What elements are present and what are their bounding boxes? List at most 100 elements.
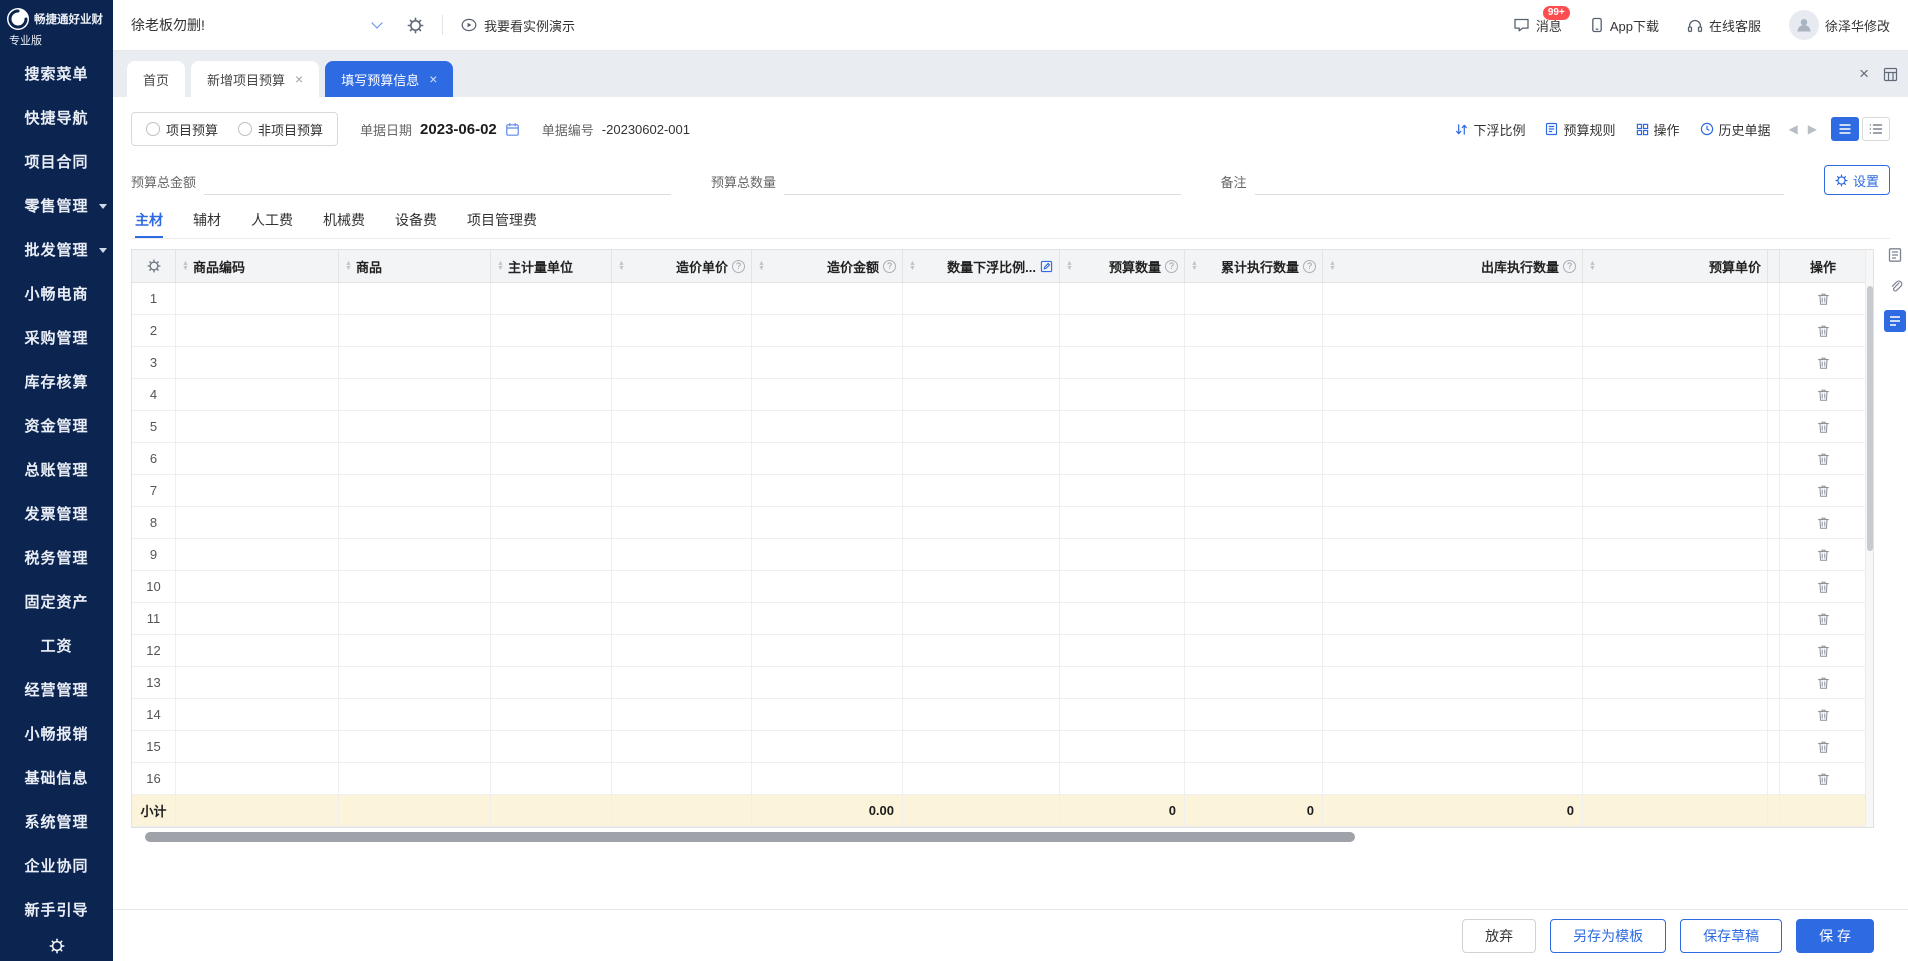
grid-cell[interactable] (491, 539, 612, 571)
grid-cell[interactable] (903, 475, 1060, 507)
grid-cell[interactable] (1060, 635, 1185, 667)
delete-row-button[interactable] (1780, 379, 1867, 411)
grid-cell[interactable] (339, 283, 491, 315)
list-view-button[interactable] (1831, 117, 1859, 141)
grid-cell[interactable] (1583, 763, 1768, 795)
company-selector[interactable]: 徐老板勿删! (131, 15, 383, 35)
grid-cell[interactable] (1583, 667, 1768, 699)
online-service-button[interactable]: 在线客服 (1687, 16, 1761, 35)
delete-row-button[interactable] (1780, 635, 1867, 667)
grid-cell[interactable] (491, 699, 612, 731)
grid-cell[interactable] (752, 763, 903, 795)
tab-首页[interactable]: 首页 (127, 61, 186, 97)
grid-cell[interactable] (1185, 539, 1323, 571)
toolbar-operations[interactable]: 操作 (1636, 120, 1680, 139)
sidebar-item-6[interactable]: 小畅电商 (0, 272, 113, 316)
grid-cell[interactable] (1185, 571, 1323, 603)
grid-cell[interactable] (752, 507, 903, 539)
grid-cell[interactable] (1323, 475, 1583, 507)
grid-cell[interactable] (1060, 699, 1185, 731)
total-amount-input[interactable] (204, 169, 671, 195)
grid-cell[interactable] (1323, 699, 1583, 731)
grid-cell[interactable] (339, 315, 491, 347)
sidebar-item-16[interactable]: 小畅报销 (0, 712, 113, 756)
grid-cell[interactable] (339, 571, 491, 603)
delete-row-button[interactable] (1780, 731, 1867, 763)
grid-cell[interactable] (1583, 347, 1768, 379)
grid-cell[interactable] (612, 635, 752, 667)
sort-icon[interactable]: ▲ ▼ (182, 260, 189, 272)
grid-cell[interactable] (1060, 571, 1185, 603)
sidebar-item-7[interactable]: 采购管理 (0, 316, 113, 360)
topbar-gear-icon[interactable] (407, 17, 424, 34)
delete-row-button[interactable] (1780, 507, 1867, 539)
grid-cell[interactable] (491, 571, 612, 603)
grid-cell[interactable] (1185, 475, 1323, 507)
sidebar-item-14[interactable]: 工资 (0, 624, 113, 668)
help-icon[interactable]: ? (1165, 259, 1178, 273)
column-header-5[interactable]: ▲ ▼ 造价金额? (752, 250, 903, 283)
grid-cell[interactable] (1060, 507, 1185, 539)
grid-cell[interactable] (1583, 443, 1768, 475)
grid-cell[interactable] (903, 411, 1060, 443)
delete-row-button[interactable] (1780, 475, 1867, 507)
grid-cell[interactable] (491, 603, 612, 635)
delete-row-button[interactable] (1780, 283, 1867, 315)
tab-填写预算信息[interactable]: 填写预算信息 × (325, 61, 454, 97)
grid-cell[interactable] (339, 379, 491, 411)
grid-cell[interactable] (491, 443, 612, 475)
grid-cell[interactable] (176, 763, 339, 795)
attachment-paperclip-icon[interactable] (1888, 279, 1903, 294)
grid-cell[interactable] (1323, 411, 1583, 443)
grid-cell[interactable] (1185, 635, 1323, 667)
grid-cell[interactable] (176, 603, 339, 635)
grid-cell[interactable] (752, 635, 903, 667)
grid-cell[interactable] (1583, 315, 1768, 347)
delete-row-button[interactable] (1780, 411, 1867, 443)
sort-icon[interactable]: ▲ ▼ (618, 260, 625, 272)
doc-date-value[interactable]: 2023-06-02 (420, 121, 497, 138)
total-qty-input[interactable] (784, 169, 1181, 195)
sidebar-item-2[interactable]: 快捷导航 (0, 96, 113, 140)
grid-cell[interactable] (752, 475, 903, 507)
grid-cell[interactable] (612, 475, 752, 507)
grid-cell[interactable] (903, 283, 1060, 315)
prev-record-icon[interactable]: ◀ (1789, 122, 1798, 136)
grid-cell[interactable] (752, 315, 903, 347)
grid-cell[interactable] (903, 731, 1060, 763)
grid-cell[interactable] (1323, 667, 1583, 699)
column-header-9[interactable]: ▲ ▼ 出库执行数量? (1323, 250, 1583, 283)
grid-cell[interactable] (903, 443, 1060, 475)
grid-cell[interactable] (903, 635, 1060, 667)
grid-cell[interactable] (903, 507, 1060, 539)
grid-cell[interactable] (339, 443, 491, 475)
sort-icon[interactable]: ▲ ▼ (1191, 260, 1198, 272)
detail-panel-icon[interactable] (1887, 247, 1903, 263)
sidebar-item-20[interactable]: 新手引导 (0, 888, 113, 932)
grid-cell[interactable] (1185, 315, 1323, 347)
grid-cell[interactable] (903, 699, 1060, 731)
sidebar-item-19[interactable]: 企业协同 (0, 844, 113, 888)
sidebar-item-8[interactable]: 库存核算 (0, 360, 113, 404)
close-tabs-icon[interactable]: × (1859, 64, 1869, 84)
grid-cell[interactable] (1583, 379, 1768, 411)
grid-cell[interactable] (339, 635, 491, 667)
save-button[interactable]: 保 存 (1796, 918, 1874, 953)
vertical-scrollbar[interactable] (1865, 250, 1873, 827)
grid-cell[interactable] (1323, 443, 1583, 475)
grid-cell[interactable] (1323, 315, 1583, 347)
grid-cell[interactable] (339, 475, 491, 507)
grid-cell[interactable] (1060, 763, 1185, 795)
grid-cell[interactable] (612, 603, 752, 635)
grid-cell[interactable] (1185, 699, 1323, 731)
grid-cell[interactable] (1060, 379, 1185, 411)
grid-cell[interactable] (752, 571, 903, 603)
category-tab-辅材[interactable]: 辅材 (193, 203, 221, 238)
sort-icon[interactable]: ▲ ▼ (1589, 260, 1596, 272)
grid-cell[interactable] (339, 603, 491, 635)
grid-cell[interactable] (339, 667, 491, 699)
column-header-6[interactable]: ▲ ▼ 数量下浮比例... (903, 250, 1060, 283)
delete-row-button[interactable] (1780, 347, 1867, 379)
grid-cell[interactable] (1185, 411, 1323, 443)
sort-icon[interactable]: ▲ ▼ (497, 260, 504, 272)
